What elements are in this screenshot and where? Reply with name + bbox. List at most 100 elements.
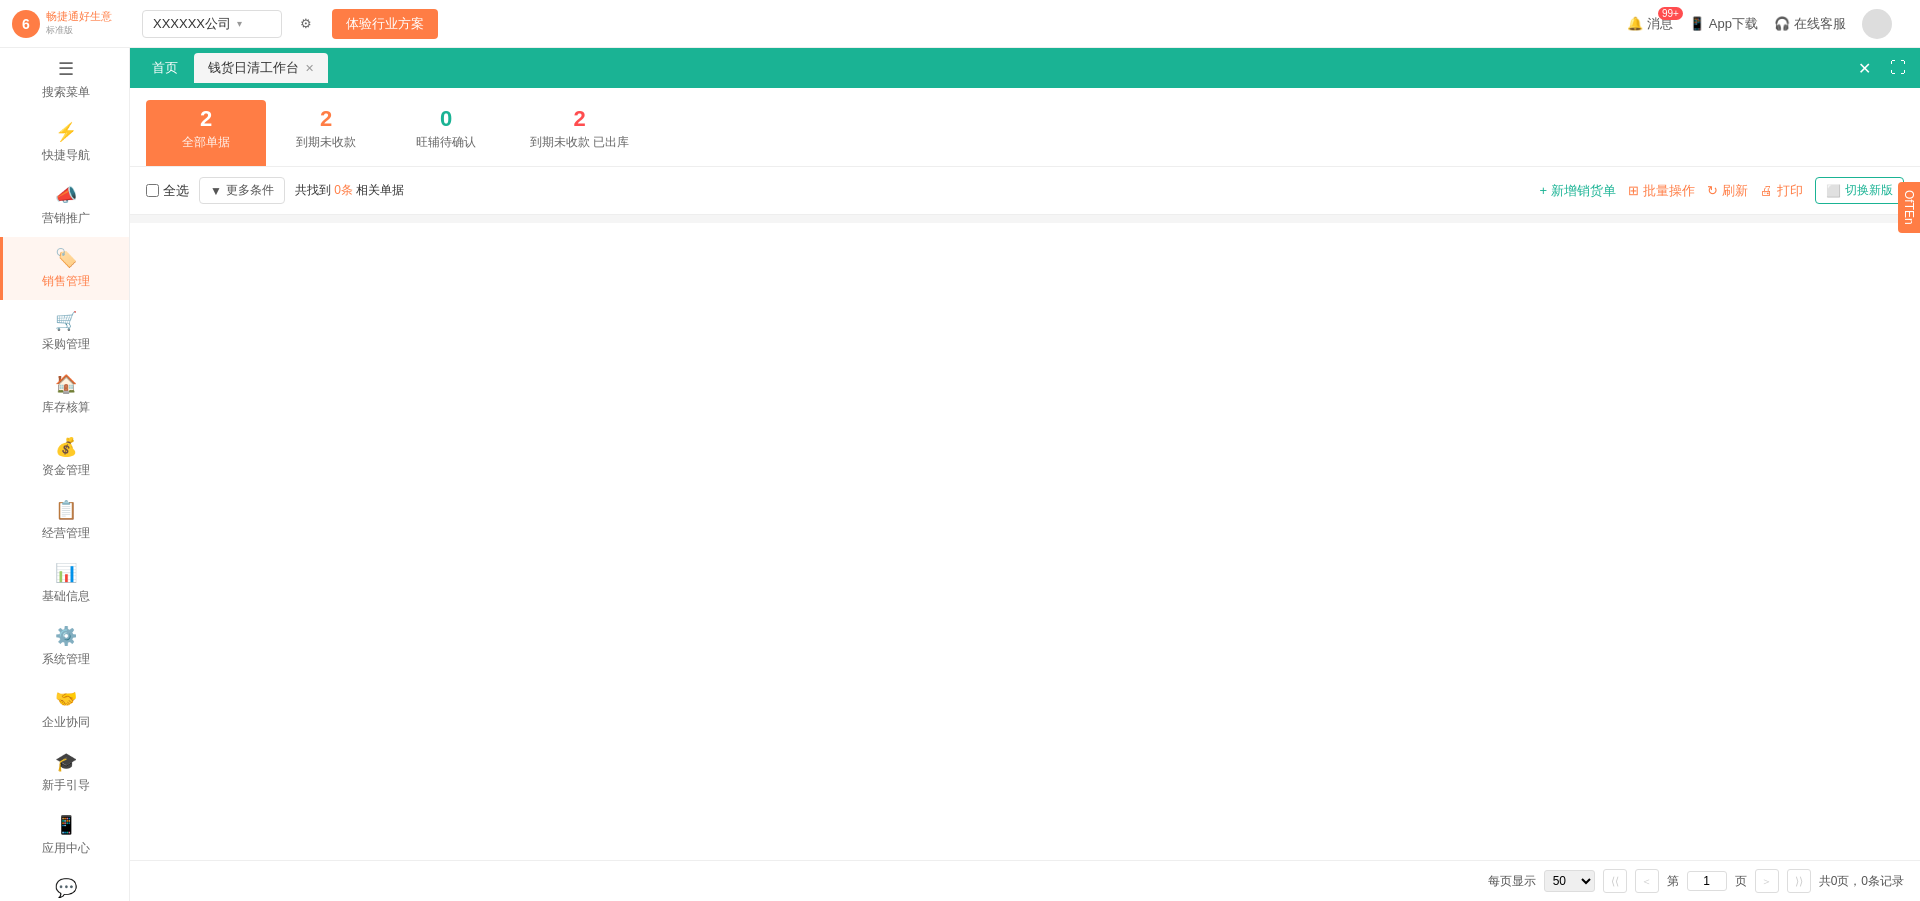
logo-icon: 6	[12, 10, 40, 38]
inventory-icon: 🏠	[55, 373, 77, 395]
batch-label: 批量操作	[1643, 182, 1695, 200]
page-number-input[interactable]	[1687, 871, 1727, 891]
sidebar-item-inventory[interactable]: 🏠 库存核算	[0, 363, 129, 426]
sidebar-item-operations[interactable]: 📋 经营管理	[0, 489, 129, 552]
sidebar-item-system[interactable]: ⚙️ 系统管理	[0, 615, 129, 678]
app-download-label: App下载	[1709, 15, 1758, 33]
print-icon: 🖨	[1760, 183, 1773, 198]
sidebar: ☰ 搜索菜单 ⚡ 快捷导航 📣 营销推广 🏷️ 销售管理 🛒 采购管理 🏠 库存…	[0, 48, 130, 901]
more-filters-label: 更多条件	[226, 182, 274, 199]
sidebar-label-finance: 资金管理	[42, 462, 90, 479]
avatar[interactable]	[1862, 9, 1892, 39]
main-layout: ☰ 搜索菜单 ⚡ 快捷导航 📣 营销推广 🏷️ 销售管理 🛒 采购管理 🏠 库存…	[0, 48, 1920, 901]
add-btn-label: 新增销货单	[1551, 182, 1616, 200]
sidebar-label-sales: 销售管理	[42, 273, 90, 290]
company-name: XXXXXX公司	[153, 15, 231, 33]
page-label: 第	[1667, 873, 1679, 890]
sidebar-label-operations: 经营管理	[42, 525, 90, 542]
toolbar-right: + 新增销货单 ⊞ 批量操作 ↻ 刷新 🖨 打印	[1539, 177, 1904, 204]
often-badge[interactable]: OfTEn	[1898, 182, 1920, 233]
settings-button[interactable]: ⚙	[290, 8, 322, 40]
sidebar-item-sales[interactable]: 🏷️ 销售管理	[0, 237, 129, 300]
chevron-down-icon: ▾	[237, 18, 242, 29]
stat-label-shipped: 到期未收款 已出库	[530, 134, 629, 151]
tab-expand-button[interactable]: ⛶	[1884, 54, 1912, 82]
online-service-button[interactable]: 🎧 在线客服	[1774, 15, 1846, 33]
online-service-label: 在线客服	[1794, 15, 1846, 33]
switch-label: 切换新版	[1845, 182, 1893, 199]
sidebar-label-system: 系统管理	[42, 651, 90, 668]
sidebar-item-app-center[interactable]: 📱 应用中心	[0, 804, 129, 867]
trial-button[interactable]: 体验行业方案	[332, 9, 438, 39]
select-all-checkbox[interactable]: 全选	[146, 182, 189, 200]
sidebar-item-basic-info[interactable]: 📊 基础信息	[0, 552, 129, 615]
sidebar-item-enterprise[interactable]: 🤝 企业协同	[0, 678, 129, 741]
sidebar-label-basic-info: 基础信息	[42, 588, 90, 605]
print-button[interactable]: 🖨 打印	[1760, 182, 1803, 200]
print-label: 打印	[1777, 182, 1803, 200]
stat-number-overdue: 2	[290, 108, 362, 130]
search-menu-icon: ☰	[58, 58, 74, 80]
app-download-button[interactable]: 📱 App下载	[1689, 15, 1758, 33]
purchase-icon: 🛒	[55, 310, 77, 332]
stat-tab-overdue[interactable]: 2 到期未收款	[266, 100, 386, 166]
enterprise-icon: 🤝	[55, 688, 77, 710]
sidebar-item-search[interactable]: ☰ 搜索菜单	[0, 48, 129, 111]
stat-tab-shipped[interactable]: 2 到期未收款 已出库	[506, 100, 653, 166]
next-page-button[interactable]: ＞	[1755, 869, 1779, 893]
stat-tab-all[interactable]: 2 全部单据	[146, 100, 266, 166]
found-text: 共找到 0条 相关单据	[295, 182, 404, 199]
per-page-select[interactable]: 50 10 20 100	[1544, 870, 1595, 892]
basic-info-icon: 📊	[55, 562, 77, 584]
sidebar-item-finance[interactable]: 💰 资金管理	[0, 426, 129, 489]
tab-home-label: 首页	[152, 59, 178, 77]
pagination-bar: 每页显示 50 10 20 100 ⟨⟨ ＜ 第 页 ＞ ⟩⟩ 共0页，0条记录	[130, 860, 1920, 901]
per-page-label: 每页显示	[1488, 873, 1536, 890]
sidebar-item-guide[interactable]: 🎓 新手引导	[0, 741, 129, 804]
sidebar-label-guide: 新手引导	[42, 777, 90, 794]
sidebar-item-wechat[interactable]: 💬 企业微信	[0, 867, 129, 901]
top-header: 6 畅捷通好生意 标准版 XXXXXX公司 ▾ ⚙ 体验行业方案 🔔 消息 99…	[0, 0, 1920, 48]
sidebar-label-inventory: 库存核算	[42, 399, 90, 416]
stat-label-all: 全部单据	[170, 134, 242, 151]
messages-button[interactable]: 🔔 消息 99+	[1627, 15, 1673, 33]
stat-number-shipped: 2	[530, 108, 629, 130]
sidebar-label-purchase: 采购管理	[42, 336, 90, 353]
logo-badge: 标准版	[46, 24, 112, 37]
tab-home[interactable]: 首页	[138, 53, 192, 83]
prev-page-button[interactable]: ＜	[1635, 869, 1659, 893]
company-selector[interactable]: XXXXXX公司 ▾	[142, 10, 282, 38]
tab-workbench[interactable]: 钱货日清工作台 ✕	[194, 53, 328, 83]
tab-close-icon[interactable]: ✕	[305, 62, 314, 75]
stats-tabs: 2 全部单据 2 到期未收款 0 旺辅待确认 2 到期未收款 已出库	[130, 88, 1920, 167]
refresh-button[interactable]: ↻ 刷新	[1707, 182, 1748, 200]
add-sales-order-button[interactable]: + 新增销货单	[1539, 182, 1616, 200]
filter-icon: ▼	[210, 184, 222, 198]
tab-close-all-button[interactable]: ✕	[1850, 54, 1878, 82]
sidebar-item-quicknav[interactable]: ⚡ 快捷导航	[0, 111, 129, 174]
content-area: 首页 钱货日清工作台 ✕ ✕ ⛶ 2 全部单据 2 到期未收款	[130, 48, 1920, 901]
batch-operations-button[interactable]: ⊞ 批量操作	[1628, 182, 1695, 200]
guide-icon: 🎓	[55, 751, 77, 773]
switch-new-version-button[interactable]: ⬜ 切换新版	[1815, 177, 1904, 204]
checkbox-input[interactable]	[146, 184, 159, 197]
sidebar-label-search: 搜索菜单	[42, 84, 90, 101]
sidebar-label-marketing: 营销推广	[42, 210, 90, 227]
stat-tab-wangfu[interactable]: 0 旺辅待确认	[386, 100, 506, 166]
finance-icon: 💰	[55, 436, 77, 458]
quick-nav-icon: ⚡	[55, 121, 77, 143]
gear-icon: ⚙	[300, 16, 312, 31]
logo-text: 畅捷通好生意	[46, 10, 112, 23]
found-prefix: 共找到	[295, 183, 331, 197]
switch-icon: ⬜	[1826, 184, 1841, 198]
select-all-label: 全选	[163, 182, 189, 200]
sidebar-item-marketing[interactable]: 📣 营销推广	[0, 174, 129, 237]
tab-bar: 首页 钱货日清工作台 ✕ ✕ ⛶	[130, 48, 1920, 88]
headset-icon: 🎧	[1774, 16, 1790, 31]
first-page-button[interactable]: ⟨⟨	[1603, 869, 1627, 893]
more-filters-button[interactable]: ▼ 更多条件	[199, 177, 285, 204]
tab-bar-actions: ✕ ⛶	[1850, 54, 1912, 82]
sidebar-item-purchase[interactable]: 🛒 采购管理	[0, 300, 129, 363]
last-page-button[interactable]: ⟩⟩	[1787, 869, 1811, 893]
total-info: 共0页，0条记录	[1819, 873, 1904, 890]
